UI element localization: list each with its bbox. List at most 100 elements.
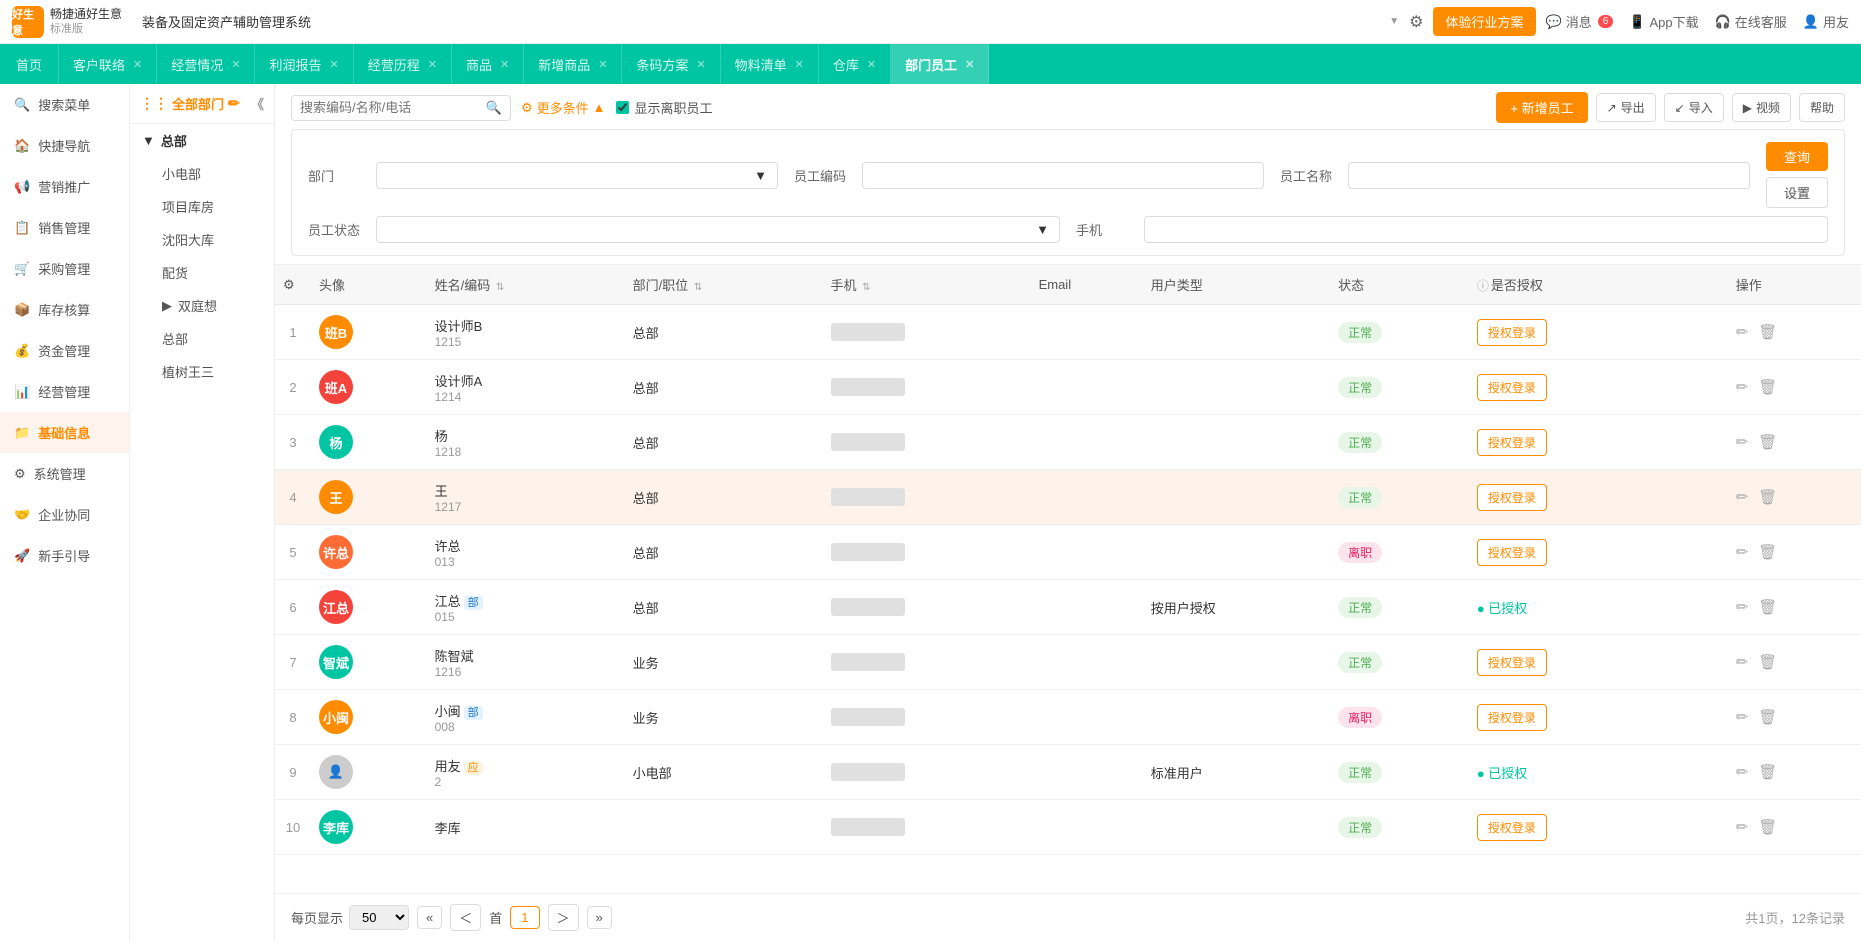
trial-button[interactable]: 体验行业方案 [1433, 7, 1535, 36]
tree-item-distribution[interactable]: 配货 [150, 256, 274, 289]
auth-button[interactable]: 授权登录 [1477, 814, 1547, 841]
tree-item-shenyang[interactable]: 沈阳大库 [150, 223, 274, 256]
tab-bom[interactable]: 物料清单 ✕ [721, 44, 819, 84]
prev-page-btn[interactable]: ＜ [450, 904, 481, 931]
delete-icon[interactable]: 🗑 [1758, 433, 1777, 451]
import-button[interactable]: ↙ 导入 [1664, 93, 1724, 122]
nav-item-business[interactable]: 📊 经营管理 [0, 371, 129, 412]
last-page-btn[interactable]: » [587, 906, 612, 929]
auth-button[interactable]: 授权登录 [1477, 374, 1547, 401]
edit-icon[interactable]: ✏ [1736, 708, 1749, 726]
user-button[interactable]: 👤 用友 [1803, 12, 1849, 31]
tree-item-project-room[interactable]: 项目库房 [150, 190, 274, 223]
nav-item-basic[interactable]: 📁 基础信息 [0, 412, 129, 453]
tree-item-small-elec[interactable]: 小电部 [150, 157, 274, 190]
tab-close-goods[interactable]: ✕ [500, 58, 509, 71]
setting-button[interactable]: 设置 [1766, 177, 1828, 208]
nav-item-quick[interactable]: 🏠 快捷导航 [0, 125, 129, 166]
tab-close-profit[interactable]: ✕ [330, 58, 339, 71]
app-download-button[interactable]: 📱 App下载 [1629, 12, 1698, 31]
emp-code-input[interactable] [862, 162, 1264, 189]
tab-profit[interactable]: 利润报告 ✕ [255, 44, 353, 84]
tree-item-head-office[interactable]: ▼ 总部 [130, 124, 274, 157]
search-button[interactable]: 查询 [1766, 142, 1828, 171]
search-input[interactable] [300, 100, 480, 115]
search-icon[interactable]: 🔍 [486, 100, 502, 116]
delete-icon[interactable]: 🗑 [1758, 708, 1777, 726]
emp-status-select[interactable]: ▼ [376, 216, 1060, 243]
tab-barcode[interactable]: 条码方案 ✕ [622, 44, 720, 84]
delete-icon[interactable]: 🗑 [1758, 763, 1777, 781]
nav-item-finance[interactable]: 💰 资金管理 [0, 330, 129, 371]
add-employee-button[interactable]: + 新增员工 [1496, 92, 1587, 123]
nav-item-system[interactable]: ⚙ 系统管理 [0, 453, 129, 494]
tab-close-history[interactable]: ✕ [428, 58, 437, 71]
nav-item-search[interactable]: 🔍 搜索菜单 [0, 84, 129, 125]
delete-icon[interactable]: 🗑 [1758, 378, 1777, 396]
edit-dept-icon[interactable]: ✏ [228, 95, 240, 112]
next-page-btn[interactable]: ＞ [548, 904, 579, 931]
tab-close-barcode[interactable]: ✕ [696, 58, 705, 71]
tab-goods[interactable]: 商品 ✕ [452, 44, 524, 84]
show-resigned-checkbox[interactable] [616, 101, 629, 114]
tab-history[interactable]: 经营历程 ✕ [354, 44, 452, 84]
tab-close-operation[interactable]: ✕ [231, 58, 240, 71]
th-dept-position[interactable]: 部门/职位 ⇅ [625, 265, 823, 305]
edit-icon[interactable]: ✏ [1736, 763, 1749, 781]
tab-close-add-goods[interactable]: ✕ [598, 58, 607, 71]
edit-icon[interactable]: ✏ [1736, 323, 1749, 341]
message-button[interactable]: 💬 消息 6 [1546, 12, 1614, 31]
tab-close-warehouse[interactable]: ✕ [867, 58, 876, 71]
edit-icon[interactable]: ✏ [1736, 488, 1749, 506]
delete-icon[interactable]: 🗑 [1758, 488, 1777, 506]
delete-icon[interactable]: 🗑 [1758, 598, 1777, 616]
th-phone[interactable]: 手机 ⇅ [823, 265, 1031, 305]
tree-item-shuangtingxiang[interactable]: ▶ 双庭想 [150, 289, 274, 322]
tree-item-zhishu[interactable]: 植树王三 [150, 355, 274, 388]
tree-item-head-office-sub[interactable]: 总部 [150, 322, 274, 355]
auth-button[interactable]: 授权登录 [1477, 704, 1547, 731]
delete-icon[interactable]: 🗑 [1758, 653, 1777, 671]
system-title-dropdown[interactable]: ▼ [1389, 16, 1399, 27]
nav-item-marketing[interactable]: 📢 营销推广 [0, 166, 129, 207]
tab-operation[interactable]: 经营情况 ✕ [157, 44, 255, 84]
per-page-select[interactable]: 50 100 200 [349, 905, 409, 930]
delete-icon[interactable]: 🗑 [1758, 323, 1777, 341]
edit-icon[interactable]: ✏ [1736, 598, 1749, 616]
auth-button[interactable]: 授权登录 [1477, 649, 1547, 676]
auth-button[interactable]: 授权登录 [1477, 429, 1547, 456]
export-button[interactable]: ↗ 导出 [1596, 93, 1656, 122]
dept-select[interactable]: ▼ [376, 162, 778, 189]
th-settings[interactable]: ⚙ [275, 265, 311, 305]
nav-item-guide[interactable]: 🚀 新手引导 [0, 535, 129, 576]
nav-item-inventory[interactable]: 📦 库存核算 [0, 289, 129, 330]
view-button[interactable]: ▶ 视频 [1732, 93, 1791, 122]
auth-button[interactable]: 授权登录 [1477, 319, 1547, 346]
more-conditions-btn[interactable]: ⚙ 更多条件 ▲ [521, 98, 606, 117]
th-name-code[interactable]: 姓名/编码 ⇅ [427, 265, 625, 305]
tab-customer[interactable]: 客户联络 ✕ [59, 44, 157, 84]
first-page-btn[interactable]: « [417, 906, 442, 929]
edit-icon[interactable]: ✏ [1736, 433, 1749, 451]
auth-button[interactable]: 授权登录 [1477, 539, 1547, 566]
phone-input[interactable] [1144, 216, 1828, 243]
current-page-number[interactable]: 1 [510, 906, 539, 929]
collapse-icon[interactable]: 《 [251, 94, 264, 113]
emp-name-input[interactable] [1348, 162, 1750, 189]
nav-item-purchase[interactable]: 🛒 采购管理 [0, 248, 129, 289]
edit-icon[interactable]: ✏ [1736, 543, 1749, 561]
auth-button[interactable]: 授权登录 [1477, 484, 1547, 511]
edit-icon[interactable]: ✏ [1736, 818, 1749, 836]
tab-close-department[interactable]: ✕ [965, 58, 974, 71]
tab-warehouse[interactable]: 仓库 ✕ [819, 44, 891, 84]
nav-item-sales[interactable]: 📋 销售管理 [0, 207, 129, 248]
show-resigned-label[interactable]: 显示离职员工 [616, 98, 713, 117]
tab-close-customer[interactable]: ✕ [133, 58, 142, 71]
delete-icon[interactable]: 🗑 [1758, 818, 1777, 836]
tab-close-bom[interactable]: ✕ [795, 58, 804, 71]
online-service-button[interactable]: 🎧 在线客服 [1715, 12, 1787, 31]
tab-department[interactable]: 部门员工 ✕ [891, 44, 989, 84]
tab-add-goods[interactable]: 新增商品 ✕ [524, 44, 622, 84]
gear-icon[interactable]: ⚙ [1409, 12, 1423, 32]
help-button[interactable]: 帮助 [1799, 93, 1845, 122]
